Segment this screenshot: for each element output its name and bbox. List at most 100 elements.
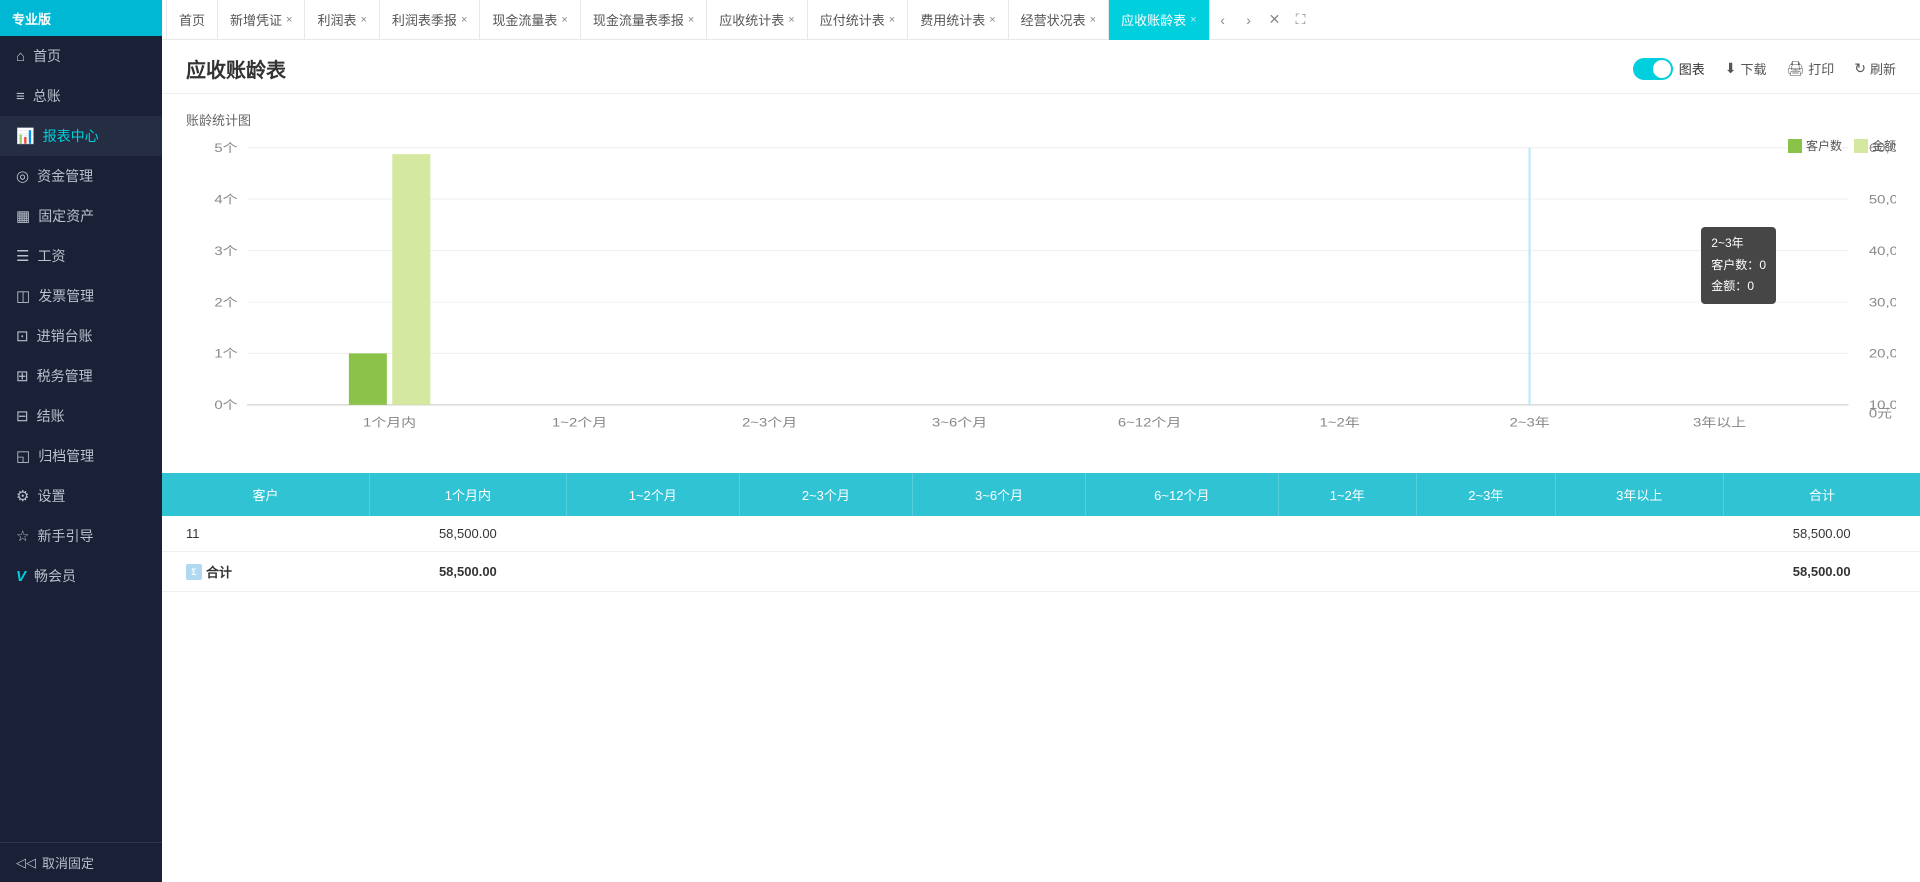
sidebar-item-reports[interactable]: 📊 报表中心 — [0, 116, 162, 156]
assets-icon: ▦ — [16, 207, 30, 225]
total-m7 — [1417, 552, 1556, 592]
sidebar-item-purchase[interactable]: ⊡ 进销台账 — [0, 316, 162, 356]
member-icon: V — [16, 568, 26, 585]
total-label: Σ 合计 — [162, 552, 370, 591]
tab-close-icon[interactable]: × — [1190, 14, 1196, 26]
tab-close-icon[interactable]: × — [889, 14, 895, 26]
tab-ar-aging[interactable]: 应收账龄表 × — [1109, 0, 1209, 40]
tab-close-icon[interactable]: × — [788, 14, 794, 26]
print-icon: 🖨 — [1786, 60, 1804, 77]
tab-profit-quarterly[interactable]: 利润表季报 × — [380, 0, 480, 40]
sidebar-item-tax[interactable]: ⊞ 税务管理 — [0, 356, 162, 396]
refresh-icon: ↻ — [1854, 60, 1866, 77]
tab-ar-stats[interactable]: 应收统计表 × — [707, 0, 807, 40]
sidebar-item-settings[interactable]: ⚙ 设置 — [0, 476, 162, 516]
chart-toggle-wrap: 图表 — [1633, 58, 1705, 80]
sidebar-item-guide[interactable]: ☆ 新手引导 — [0, 516, 162, 556]
closing-icon: ⊟ — [16, 407, 29, 425]
sidebar-item-archive[interactable]: ◱ 归档管理 — [0, 436, 162, 476]
sidebar-item-home[interactable]: ⌂ 首页 — [0, 36, 162, 76]
total-m8 — [1555, 552, 1723, 592]
tab-close-icon[interactable]: × — [360, 14, 366, 26]
sidebar-item-label: 设置 — [37, 486, 65, 506]
sidebar-item-member[interactable]: V 畅会员 — [0, 556, 162, 596]
sidebar-item-label: 首页 — [33, 46, 61, 66]
tab-ap-stats[interactable]: 应付统计表 × — [808, 0, 908, 40]
legend-customer: 客户数 — [1788, 137, 1842, 154]
sidebar-item-closing[interactable]: ⊟ 结账 — [0, 396, 162, 436]
settings-icon: ⚙ — [16, 487, 29, 505]
svg-text:1个: 1个 — [214, 347, 238, 360]
page-header: 应收账龄表 图表 ⬇ 下载 🖨 打印 ↻ 刷新 — [162, 40, 1920, 94]
svg-text:20,000.00元: 20,000.00元 — [1869, 347, 1896, 360]
svg-text:1~2年: 1~2年 — [1319, 416, 1359, 429]
download-btn[interactable]: ⬇ 下载 — [1725, 59, 1767, 78]
invoice-icon: ◫ — [16, 287, 30, 305]
cell-customer: 11 — [162, 516, 370, 552]
home-icon: ⌂ — [16, 48, 25, 65]
tab-bar: 首页 新增凭证 × 利润表 × 利润表季报 × 现金流量表 × 现金流量表季报 … — [162, 0, 1920, 40]
tab-new-voucher[interactable]: 新增凭证 × — [218, 0, 305, 40]
sidebar: 专业版 ⌂ 首页 ≡ 总账 📊 报表中心 ◎ 资金管理 ▦ 固定资产 ☰ 工资 … — [0, 0, 162, 882]
total-m3 — [739, 552, 912, 592]
tab-close-icon[interactable]: × — [561, 14, 567, 26]
cell-m3 — [739, 516, 912, 552]
total-icon: Σ — [186, 564, 202, 580]
page-content: 应收账龄表 图表 ⬇ 下载 🖨 打印 ↻ 刷新 — [162, 40, 1920, 882]
cell-m7 — [1417, 516, 1556, 552]
total-m5 — [1086, 552, 1278, 592]
sidebar-item-salary[interactable]: ☰ 工资 — [0, 236, 162, 276]
svg-text:3~6个月: 3~6个月 — [932, 416, 987, 429]
purchase-icon: ⊡ — [16, 327, 29, 345]
svg-text:2个: 2个 — [214, 296, 238, 309]
tab-operations[interactable]: 经营状况表 × — [1009, 0, 1109, 40]
svg-text:0个: 0个 — [214, 399, 238, 412]
reports-icon: 📊 — [16, 127, 35, 145]
archive-icon: ◱ — [16, 447, 30, 465]
col-m3: 2~3个月 — [739, 473, 912, 516]
tab-close-icon[interactable]: × — [989, 14, 995, 26]
tab-close-icon[interactable]: × — [688, 14, 694, 26]
funds-icon: ◎ — [16, 167, 29, 185]
col-total: 合计 — [1723, 473, 1920, 516]
sidebar-item-invoice[interactable]: ◫ 发票管理 — [0, 276, 162, 316]
sidebar-item-label: 新手引导 — [37, 526, 93, 546]
tab-cashflow-quarterly[interactable]: 现金流量表季报 × — [581, 0, 707, 40]
sidebar-item-funds[interactable]: ◎ 资金管理 — [0, 156, 162, 196]
tab-next-btn[interactable]: › — [1236, 7, 1262, 33]
chart-container: 客户数 金额 5个 4个 3个 2个 1个 0个 — [186, 137, 1896, 457]
tab-close-icon[interactable]: × — [286, 14, 292, 26]
refresh-btn[interactable]: ↻ 刷新 — [1854, 59, 1896, 78]
tab-prev-btn[interactable]: ‹ — [1210, 7, 1236, 33]
tab-close-icon[interactable]: × — [1090, 14, 1096, 26]
sidebar-item-label: 进销台账 — [37, 326, 93, 346]
tab-expand-btn[interactable]: ⛶ — [1288, 7, 1314, 33]
col-m4: 3~6个月 — [912, 473, 1085, 516]
pin-toggle[interactable]: ◁◁ 取消固定 — [0, 842, 162, 882]
cell-m6 — [1278, 516, 1417, 552]
tax-icon: ⊞ — [16, 367, 29, 385]
legend-amount-color — [1854, 139, 1868, 153]
pin-label: 取消固定 — [42, 853, 94, 872]
sidebar-item-label: 固定资产 — [38, 206, 94, 226]
guide-icon: ☆ — [16, 527, 29, 545]
sidebar-item-label: 资金管理 — [37, 166, 93, 186]
tab-expense-stats[interactable]: 费用统计表 × — [908, 0, 1008, 40]
sidebar-item-assets[interactable]: ▦ 固定资产 — [0, 196, 162, 236]
total-m1: 58,500.00 — [370, 552, 567, 592]
tab-close-all-btn[interactable]: ✕ — [1262, 7, 1288, 33]
tab-close-icon[interactable]: × — [461, 14, 467, 26]
tab-home[interactable]: 首页 — [166, 0, 218, 40]
svg-text:0元: 0元 — [1869, 407, 1892, 420]
print-btn[interactable]: 🖨 打印 — [1786, 59, 1834, 78]
cell-total: 58,500.00 — [1723, 516, 1920, 552]
tab-cashflow[interactable]: 现金流量表 × — [480, 0, 580, 40]
total-total: 58,500.00 — [1723, 552, 1920, 592]
chart-title: 账龄统计图 — [186, 110, 1896, 129]
chart-toggle[interactable] — [1633, 58, 1673, 80]
tab-profit[interactable]: 利润表 × — [305, 0, 379, 40]
main-area: 首页 新增凭证 × 利润表 × 利润表季报 × 现金流量表 × 现金流量表季报 … — [162, 0, 1920, 882]
svg-text:1~2个月: 1~2个月 — [552, 416, 607, 429]
ledger-icon: ≡ — [16, 88, 25, 105]
sidebar-item-ledger[interactable]: ≡ 总账 — [0, 76, 162, 116]
